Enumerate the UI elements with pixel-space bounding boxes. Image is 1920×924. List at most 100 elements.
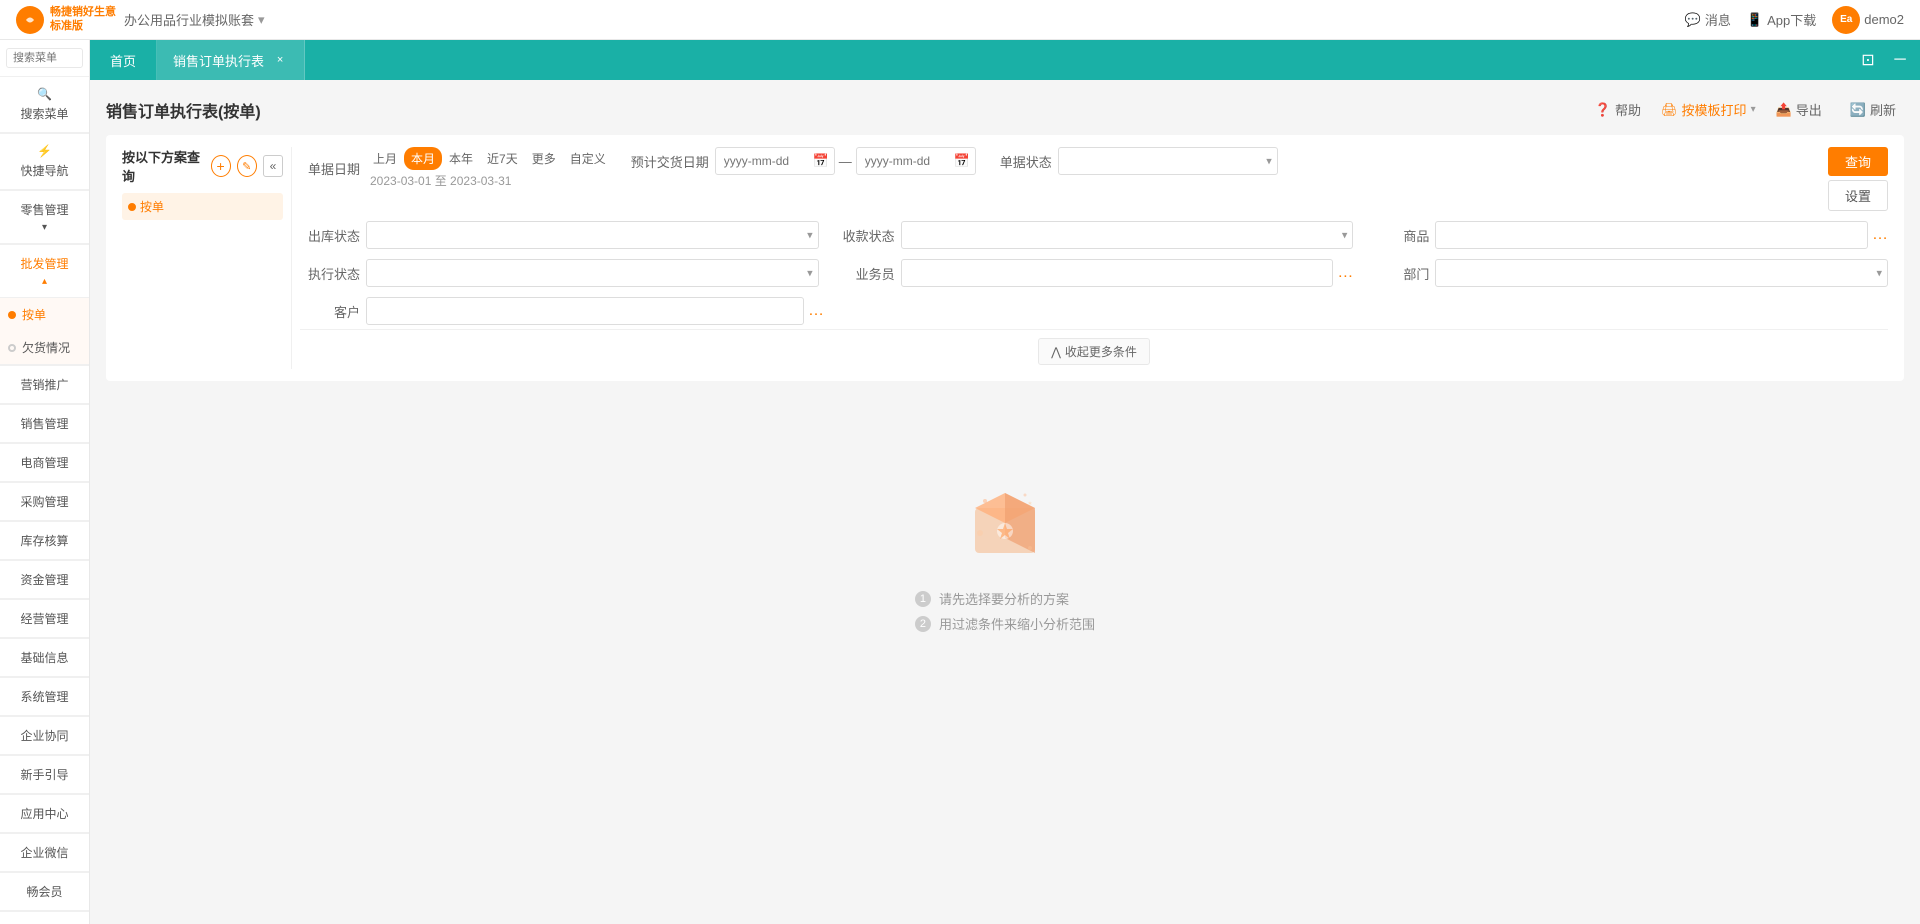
app-download-action[interactable]: 📱 App下载 [1747,10,1816,29]
sidebar-item-purchase[interactable]: 采购管理 [0,483,89,521]
sidebar-item-orders[interactable]: 按单 [0,298,89,331]
date-shortcut-this-year[interactable]: 本年 [442,147,480,170]
sidebar-section-sales: 销售管理 [0,405,89,444]
tab-bar-actions: ⊡ ─ [1848,40,1920,80]
sidebar-item-wholesale-mgmt[interactable]: 批发管理 ▴ [0,245,89,298]
scheme-dot-icon [128,203,136,211]
tab-close-icon[interactable]: × [272,52,288,68]
sidebar-item-member[interactable]: 畅会员 [0,873,89,911]
date-shortcut-custom[interactable]: 自定义 [563,147,613,170]
edit-scheme-btn[interactable]: ✎ [237,155,257,177]
sidebar-item-enterprise[interactable]: 企业协同 [0,717,89,755]
print-button[interactable]: 🖨 按模板打印 ▾ [1661,100,1756,119]
sidebar-item-basic[interactable]: 基础信息 [0,639,89,677]
sidebar-section-enterprise: 企业协同 [0,717,89,756]
out-status-select[interactable] [366,221,819,249]
sidebar-section-search: 🔍 搜索菜单 [0,77,89,134]
salesperson-dots-icon[interactable]: … [1337,264,1353,282]
filter-actions: ⋀ 收起更多条件 [300,329,1888,369]
sidebar-item-retail-mgmt[interactable]: 零售管理 ▾ [0,191,89,244]
sidebar-sub-area: 按单 欠货情况 [0,298,89,365]
sidebar: 🔍 搜索菜单 ⚡ 快捷导航 零售管理 ▾ 批发管理 ▴ [0,40,90,924]
goods-label: 商品 [1369,226,1429,245]
print-arrow-icon: ▾ [1751,104,1756,115]
message-action[interactable]: 💬 消息 [1685,10,1731,29]
sidebar-section-finance: 资金管理 [0,561,89,600]
tab-restore-btn[interactable]: ⊡ [1856,48,1880,72]
sidebar-item-inventory[interactable]: 库存核算 [0,522,89,560]
header-left: 畅捷销好生意 标准版 办公用品行业模拟账套 ▾ [16,6,265,34]
help-icon: ❓ [1595,102,1611,118]
sidebar-section-ops: 经营管理 [0,600,89,639]
sidebar-search-area [0,40,89,77]
sidebar-item-finance[interactable]: 资金管理 [0,561,89,599]
calendar-end-icon[interactable]: 📅 [954,153,970,169]
doc-status-label: 单据状态 [992,152,1052,171]
sidebar-item-sales-mgmt[interactable]: 销售管理 [0,405,89,443]
goods-input[interactable] [1435,221,1868,249]
date-separator: — [839,154,852,169]
user-action[interactable]: Ea demo2 [1832,6,1904,34]
filter-scheme-header: 按以下方案查询 + ✎ « [122,147,283,185]
customer-input[interactable] [366,297,804,325]
sidebar-item-owed[interactable]: 欠货情况 [0,331,89,364]
sidebar-item-newguide[interactable]: 新手引导 [0,756,89,794]
date-shortcut-more[interactable]: 更多 [525,147,563,170]
receipt-status-select[interactable] [901,221,1354,249]
customer-label: 客户 [300,302,360,321]
doc-status-select[interactable] [1058,147,1278,175]
sidebar-section-inventory: 库存核算 [0,522,89,561]
export-icon: 📤 [1776,102,1792,118]
empty-tip-1: 1 请先选择要分析的方案 [915,589,1095,608]
refresh-button[interactable]: 🔄 刷新 [1842,96,1904,123]
dept-label: 部门 [1369,264,1429,283]
collapse-btn[interactable]: ⋀ 收起更多条件 [1038,338,1150,365]
sidebar-item-ewechat[interactable]: 企业微信 [0,834,89,872]
logo-text: 畅捷销好生意 标准版 [50,6,116,32]
page-title-bar: 销售订单执行表(按单) ❓ 帮助 🖨 按模板打印 ▾ 📤 导出 [106,96,1904,123]
sidebar-item-quick-nav[interactable]: ⚡ 快捷导航 [0,134,89,190]
exec-status-select[interactable] [366,259,819,287]
query-button[interactable]: 查询 [1828,147,1888,176]
dept-select[interactable] [1435,259,1888,287]
retail-arrow-icon: ▾ [42,222,47,233]
tab-home[interactable]: 首页 [90,40,157,80]
page-content: 销售订单执行表(按单) ❓ 帮助 🖨 按模板打印 ▾ 📤 导出 [90,80,1920,924]
sidebar-item-ops[interactable]: 经营管理 [0,600,89,638]
sidebar-item-sys[interactable]: 系统管理 [0,678,89,716]
empty-tip-2: 2 用过滤条件来缩小分析范围 [915,614,1095,633]
sidebar-item-ecommerce[interactable]: 电商管理 [0,444,89,482]
export-button[interactable]: 📤 导出 [1768,96,1830,123]
tab-sales-order-exec[interactable]: 销售订单执行表 × [157,40,305,80]
filter-fields-panel: 单据日期 上月 本月 本年 近7天 更多 自定义 [300,147,1888,369]
sidebar-item-marketing[interactable]: 营销推广 [0,366,89,404]
sidebar-section-marketing: 营销推广 [0,366,89,405]
calendar-start-icon[interactable]: 📅 [813,153,829,169]
settings-button[interactable]: 设置 [1828,180,1888,211]
receipt-status-label: 收款状态 [835,226,895,245]
salesperson-input[interactable] [901,259,1334,287]
wholesale-arrow-icon: ▴ [42,276,47,287]
salesperson-label: 业务员 [835,264,895,283]
refresh-icon: 🔄 [1850,102,1866,118]
search-input[interactable] [6,48,83,68]
sidebar-item-search-menu[interactable]: 🔍 搜索菜单 [0,77,89,133]
sidebar-section-ewechat: 企业微信 [0,834,89,873]
tab-min-btn[interactable]: ─ [1888,48,1912,72]
filter-panel: 按以下方案查询 + ✎ « 按单 [106,135,1904,381]
customer-dots-icon[interactable]: … [808,302,824,320]
date-shortcut-last-month[interactable]: 上月 [366,147,404,170]
date-shortcut-7days[interactable]: 近7天 [480,147,525,170]
date-shortcut-this-month[interactable]: 本月 [404,147,442,170]
owed-dot-icon [8,344,16,352]
sidebar-item-appcenter[interactable]: 应用中心 [0,795,89,833]
help-button[interactable]: ❓ 帮助 [1587,96,1649,123]
main-layout: 🔍 搜索菜单 ⚡ 快捷导航 零售管理 ▾ 批发管理 ▴ [0,40,1920,924]
scheme-item-orders[interactable]: 按单 [122,193,283,220]
breadcrumb-arrow[interactable]: ▾ [258,12,265,28]
goods-dots-icon[interactable]: … [1872,226,1888,244]
collapse-scheme-btn[interactable]: « [263,155,283,177]
quick-nav-icon: ⚡ [37,144,52,158]
filter-scheme-panel: 按以下方案查询 + ✎ « 按单 [122,147,292,369]
add-scheme-btn[interactable]: + [211,155,231,177]
